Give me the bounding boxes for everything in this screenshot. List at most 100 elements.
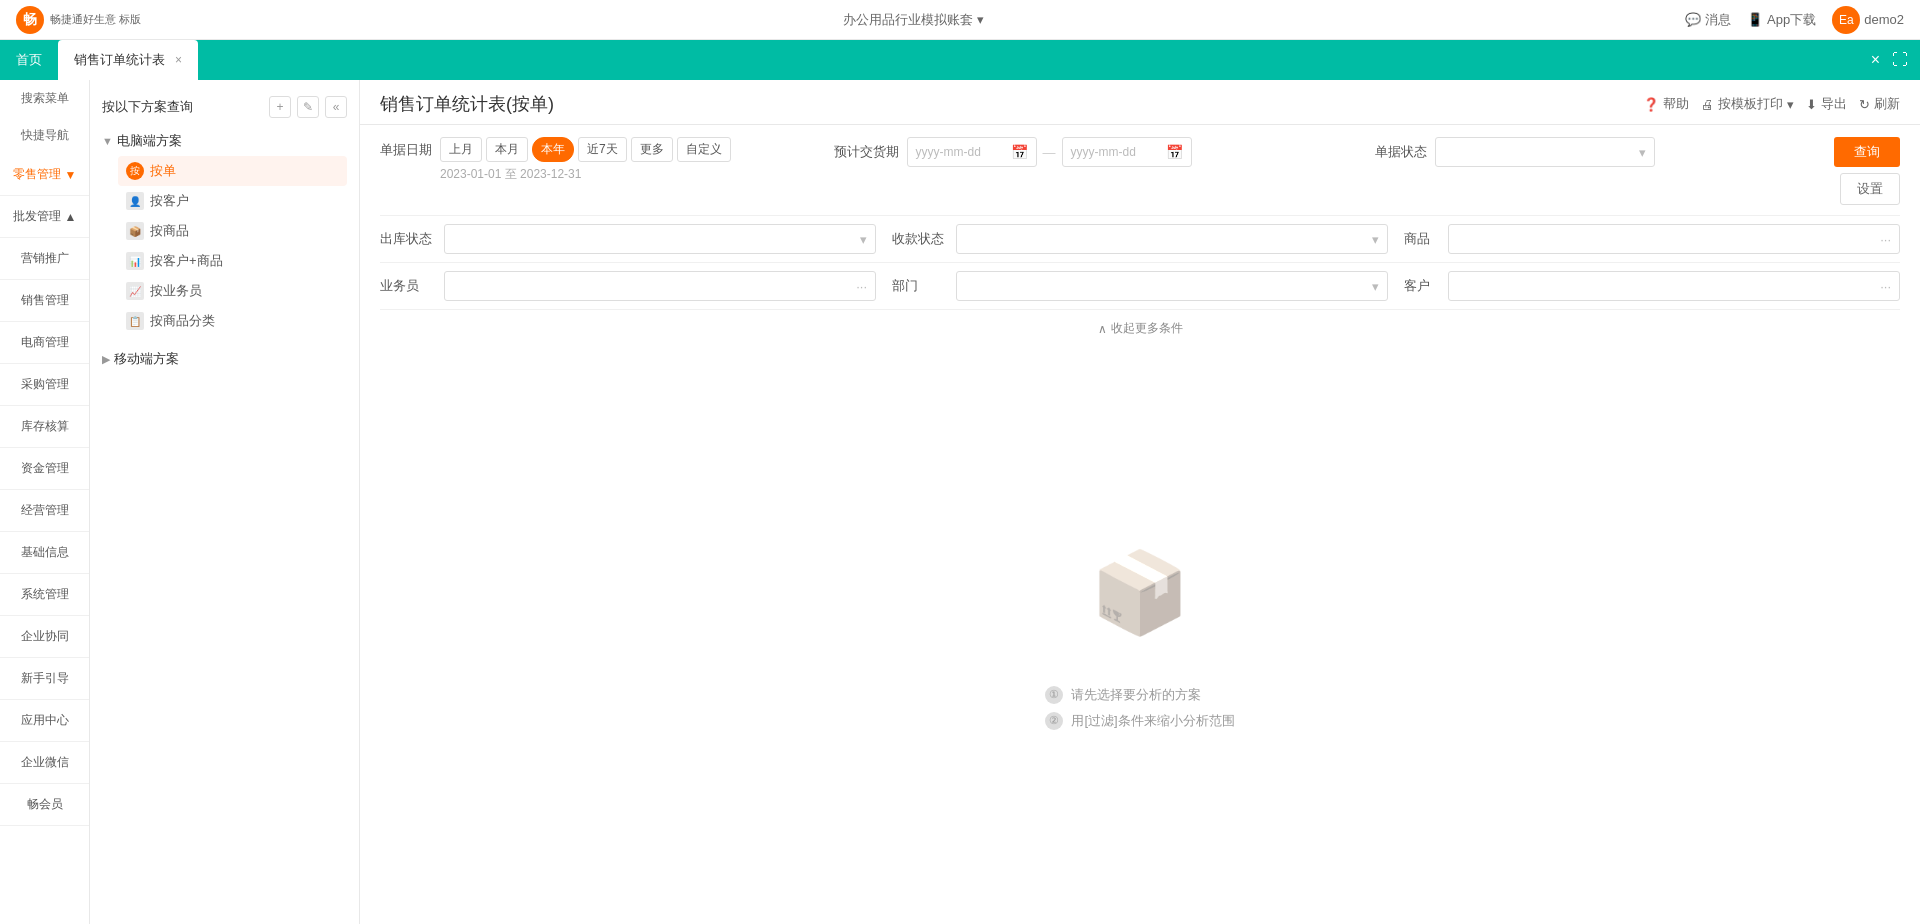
- collapse-chevron-icon: ∧: [1098, 322, 1107, 336]
- pc-section: ▼ 电脑端方案 按 按单 👤 按客户 📦 按商品 📊 按客户+商: [90, 126, 359, 336]
- settings-btn[interactable]: 设置: [1840, 173, 1900, 205]
- edit-scheme-btn[interactable]: ✎: [297, 96, 319, 118]
- calendar-start-icon: 📅: [1011, 144, 1028, 160]
- scheme-item-by-customer[interactable]: 👤 按客户: [118, 186, 347, 216]
- filter-row-1: 单据日期 上月 本月 本年 近7天 更多 自定义 2023-01-01 至 20…: [380, 137, 1900, 216]
- query-btn[interactable]: 查询: [1834, 137, 1900, 167]
- tab-close-icon[interactable]: ×: [175, 53, 182, 67]
- outbound-select[interactable]: ▾: [444, 224, 876, 254]
- print-btn[interactable]: 🖨 按模板打印 ▾: [1701, 95, 1794, 113]
- sidebar-item-newbie[interactable]: 新手引导: [0, 658, 89, 700]
- status-select[interactable]: ▾: [1435, 137, 1655, 167]
- left-panel: 按以下方案查询 + ✎ « ▼ 电脑端方案 按 按单 👤 按客户: [90, 80, 360, 924]
- goods-label: 商品: [1404, 230, 1440, 248]
- user-profile[interactable]: Ea demo2: [1832, 6, 1904, 34]
- sidebar-item-basic-info[interactable]: 基础信息: [0, 532, 89, 574]
- top-bar: 畅 畅捷通好生意 标版 办公用品行业模拟账套 ▾ 💬 消息 📱 App下载 Ea…: [0, 0, 1920, 40]
- help-btn[interactable]: ❓ 帮助: [1643, 95, 1689, 113]
- sidebar-quick-nav[interactable]: 快捷导航: [0, 117, 89, 154]
- print-icon: 🖨: [1701, 97, 1714, 112]
- sidebar-item-app-center[interactable]: 应用中心: [0, 700, 89, 742]
- customer-input[interactable]: ···: [1448, 271, 1900, 301]
- pc-section-header[interactable]: ▼ 电脑端方案: [102, 126, 347, 156]
- logo-area: 畅 畅捷通好生意 标版: [16, 6, 141, 34]
- help-icon: ❓: [1643, 97, 1659, 112]
- panel-title: 按以下方案查询: [102, 98, 261, 116]
- sidebar-item-system[interactable]: 系统管理: [0, 574, 89, 616]
- hint-num-1: ①: [1045, 686, 1063, 704]
- refresh-btn[interactable]: ↻ 刷新: [1859, 95, 1900, 113]
- maximize-icon[interactable]: ⛶: [1892, 51, 1908, 69]
- sidebar-item-member[interactable]: 畅会员: [0, 784, 89, 826]
- sidebar-item-ecommerce[interactable]: 电商管理: [0, 322, 89, 364]
- sidebar-item-operations[interactable]: 经营管理: [0, 490, 89, 532]
- dept-select[interactable]: ▾: [956, 271, 1388, 301]
- company-selector[interactable]: 办公用品行业模拟账套 ▾: [843, 11, 984, 29]
- top-bar-left: 畅 畅捷通好生意 标版: [16, 6, 141, 34]
- date-btn-this-month[interactable]: 本月: [486, 137, 528, 162]
- avatar: Ea: [1832, 6, 1860, 34]
- sidebar-item-purchase[interactable]: 采购管理: [0, 364, 89, 406]
- date-range-display: 2023-01-01 至 2023-12-31: [380, 166, 818, 183]
- expected-date-start[interactable]: yyyy-mm-dd 📅: [907, 137, 1037, 167]
- goods-filter: 商品 ···: [1404, 224, 1900, 254]
- salesperson-input[interactable]: ···: [444, 271, 876, 301]
- app-download-btn[interactable]: 📱 App下载: [1747, 11, 1816, 29]
- sidebar-item-cooperation[interactable]: 企业协同: [0, 616, 89, 658]
- mobile-section-header[interactable]: ▶ 移动端方案: [102, 344, 347, 374]
- dept-filter: 部门 ▾: [892, 271, 1388, 301]
- page-header-actions: ❓ 帮助 🖨 按模板打印 ▾ ⬇ 导出 ↻ 刷新: [1643, 95, 1900, 113]
- sidebar-search[interactable]: 搜索菜单: [0, 80, 89, 117]
- sidebar-item-inventory[interactable]: 库存核算: [0, 406, 89, 448]
- collapse-btn[interactable]: ∧ 收起更多条件: [380, 309, 1900, 347]
- add-scheme-btn[interactable]: +: [269, 96, 291, 118]
- scheme-item-by-goods[interactable]: 📦 按商品: [118, 216, 347, 246]
- filter-row-3: 业务员 ··· 部门 ▾ 客户: [380, 263, 1900, 309]
- date-separator: —: [1043, 145, 1056, 160]
- minimize-icon[interactable]: ×: [1871, 51, 1880, 69]
- logo-icon: 畅: [16, 6, 44, 34]
- salesperson-label: 业务员: [380, 277, 436, 295]
- mobile-section-arrow: ▶: [102, 353, 110, 366]
- goods-input[interactable]: ···: [1448, 224, 1900, 254]
- export-btn[interactable]: ⬇ 导出: [1806, 95, 1847, 113]
- scheme-item-by-customer-goods[interactable]: 📊 按客户+商品: [118, 246, 347, 276]
- refresh-icon: ↻: [1859, 97, 1870, 112]
- date-filter-group: 单据日期 上月 本月 本年 近7天 更多 自定义 2023-01-01 至 20…: [380, 137, 818, 183]
- print-dropdown-icon: ▾: [1787, 97, 1794, 112]
- dept-dropdown-icon: ▾: [1372, 279, 1379, 294]
- sidebar-item-sales[interactable]: 销售管理: [0, 280, 89, 322]
- date-btn-this-year[interactable]: 本年: [532, 137, 574, 162]
- sidebar: 搜索菜单 快捷导航 零售管理▼ 批发管理▲ 营销推广 销售管理 电商管理 采购管…: [0, 80, 90, 924]
- message-icon: 💬: [1685, 12, 1701, 27]
- date-btn-more[interactable]: 更多: [631, 137, 673, 162]
- panel-header: 按以下方案查询 + ✎ «: [90, 92, 359, 126]
- date-btn-custom[interactable]: 自定义: [677, 137, 731, 162]
- status-dropdown-icon: ▾: [1639, 145, 1646, 160]
- expected-date-end[interactable]: yyyy-mm-dd 📅: [1062, 137, 1192, 167]
- collapse-panel-btn[interactable]: «: [325, 96, 347, 118]
- message-btn[interactable]: 💬 消息: [1685, 11, 1731, 29]
- pc-section-title: 电脑端方案: [117, 132, 182, 150]
- by-customer-goods-icon: 📊: [126, 252, 144, 270]
- sidebar-item-retail[interactable]: 零售管理▼: [0, 154, 89, 196]
- by-category-icon: 📋: [126, 312, 144, 330]
- sidebar-item-wechat[interactable]: 企业微信: [0, 742, 89, 784]
- tab-home[interactable]: 首页: [0, 40, 58, 80]
- scheme-item-by-salesperson[interactable]: 📈 按业务员: [118, 276, 347, 306]
- date-btn-last-month[interactable]: 上月: [440, 137, 482, 162]
- scheme-item-by-order[interactable]: 按 按单: [118, 156, 347, 186]
- receipt-select[interactable]: ▾: [956, 224, 1388, 254]
- query-settings-group: 查询 设置: [1828, 137, 1900, 205]
- empty-hints: ① 请先选择要分析的方案 ② 用[过滤]条件来缩小分析范围: [1045, 686, 1234, 730]
- filter-inner: 单据日期 上月 本月 本年 近7天 更多 自定义 2023-01-01 至 20…: [380, 125, 1900, 351]
- logo-text: 畅捷通好生意 标版: [50, 12, 141, 26]
- filter-section: 单据日期 上月 本月 本年 近7天 更多 自定义 2023-01-01 至 20…: [360, 125, 1920, 351]
- tab-sales-order[interactable]: 销售订单统计表 ×: [58, 40, 198, 80]
- scheme-item-by-category[interactable]: 📋 按商品分类: [118, 306, 347, 336]
- sidebar-item-marketing[interactable]: 营销推广: [0, 238, 89, 280]
- sidebar-item-finance[interactable]: 资金管理: [0, 448, 89, 490]
- date-btn-7days[interactable]: 近7天: [578, 137, 627, 162]
- mobile-section: ▶ 移动端方案: [90, 344, 359, 374]
- sidebar-item-wholesale[interactable]: 批发管理▲: [0, 196, 89, 238]
